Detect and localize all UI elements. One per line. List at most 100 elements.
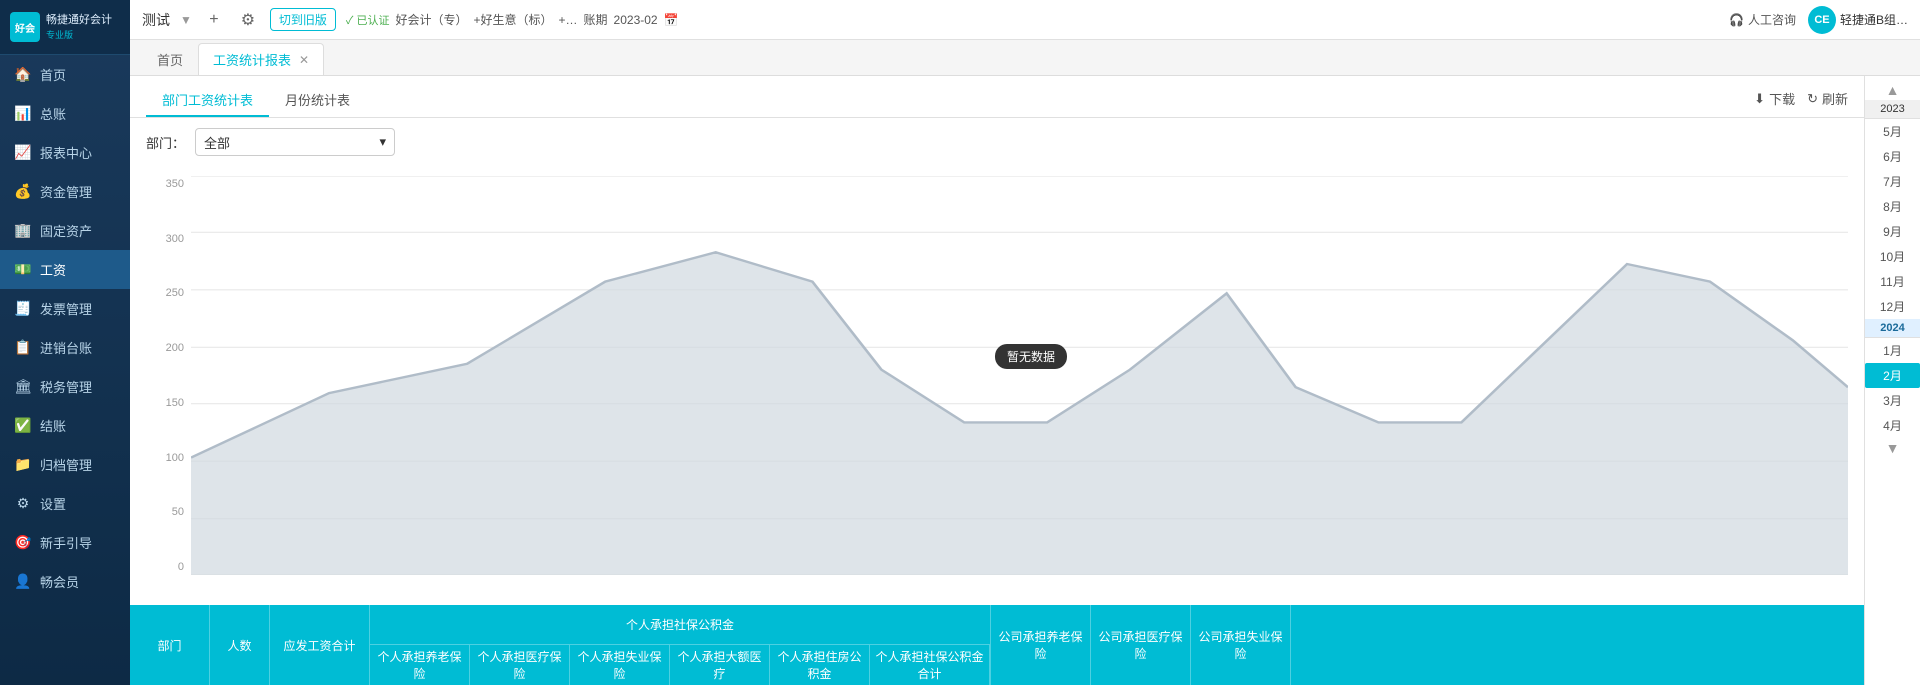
- chart-svg: [191, 176, 1848, 575]
- sidebar-label-10: 归档管理: [40, 455, 92, 474]
- calendar-month-6[interactable]: 6月: [1865, 144, 1920, 169]
- sidebar-label-9: 结账: [40, 416, 66, 435]
- th-salary-total: 应发工资合计: [270, 605, 370, 685]
- topbar-switch-button[interactable]: 切到旧版: [270, 8, 336, 31]
- sidebar-label-7: 进销台账: [40, 338, 92, 357]
- sidebar-label-13: 畅会员: [40, 572, 79, 591]
- sidebar-item-畅会员[interactable]: 👤 畅会员: [0, 562, 130, 601]
- chevron-down-icon: ▾: [379, 134, 386, 150]
- calendar-month-12[interactable]: 12月: [1865, 294, 1920, 319]
- calendar-month-1[interactable]: 1月: [1865, 338, 1920, 363]
- download-label: 下载: [1769, 89, 1795, 108]
- calendar-month-3[interactable]: 3月: [1865, 388, 1920, 413]
- sidebar-item-归档管理[interactable]: 📁 归档管理: [0, 445, 130, 484]
- topbar-dropdown-arrow[interactable]: ▼: [180, 13, 192, 27]
- y-label-300: 300: [146, 233, 190, 245]
- status-verified: ✓ 已认证: [346, 12, 390, 28]
- avatar-initials: CE: [1814, 14, 1829, 26]
- topbar-status-area: ✓ 已认证 好会计（专） +好生意（标） +… 账期 2023-02 📅: [346, 11, 679, 28]
- sidebar-item-首页[interactable]: 🏠 首页: [0, 55, 130, 94]
- calendar-panel: ▲ 2023 5月 6月 7月 8月 9月 10月 11月 12月 2024 1…: [1864, 76, 1920, 685]
- status-good: 好会计（专）: [395, 11, 467, 28]
- sidebar-item-结账[interactable]: ✅ 结账: [0, 406, 130, 445]
- th-group-personal-title: 个人承担社保公积金: [370, 605, 990, 645]
- calendar-month-2-active[interactable]: 2月: [1865, 363, 1920, 388]
- main-area: 测试 ▼ + ⚙ 切到旧版 ✓ 已认证 好会计（专） +好生意（标） +… 账期…: [130, 0, 1920, 685]
- calendar-month-9[interactable]: 9月: [1865, 219, 1920, 244]
- service-button[interactable]: 🎧 人工咨询: [1729, 11, 1796, 28]
- th-personal-pension: 个人承担养老保险: [370, 645, 470, 685]
- headset-icon: 🎧: [1729, 13, 1744, 27]
- service-label: 人工咨询: [1748, 11, 1796, 28]
- th-group-personal: 个人承担社保公积金 个人承担养老保险 个人承担医疗保险 个人承担失业保险 个人承…: [370, 605, 991, 685]
- calendar-down-button[interactable]: ▼: [1865, 438, 1920, 458]
- y-label-150: 150: [146, 397, 190, 409]
- refresh-label: 刷新: [1822, 89, 1848, 108]
- tab-home[interactable]: 首页: [142, 43, 198, 75]
- chart-area: 350 300 250 200 150 100 50 0 暂无数据: [130, 166, 1864, 605]
- topbar-settings-button[interactable]: ⚙: [236, 8, 260, 32]
- sidebar-icon-9: ✅: [14, 417, 32, 435]
- calendar-month-10[interactable]: 10月: [1865, 244, 1920, 269]
- sidebar-item-固定资产[interactable]: 🏢 固定资产: [0, 211, 130, 250]
- sidebar-item-总账[interactable]: 📊 总账: [0, 94, 130, 133]
- logo-icon: 好会: [10, 12, 40, 42]
- th-company-pension: 公司承担养老保险: [991, 605, 1091, 685]
- period-value: 2023-02: [614, 13, 658, 27]
- sidebar-item-新手引导[interactable]: 🎯 新手引导: [0, 523, 130, 562]
- refresh-button[interactable]: ↻ 刷新: [1807, 89, 1848, 108]
- tab-salary-label: 工资统计报表: [213, 50, 291, 69]
- y-axis: 350 300 250 200 150 100 50 0: [146, 176, 190, 575]
- tab-home-label: 首页: [157, 50, 183, 69]
- topbar-add-button[interactable]: +: [202, 8, 226, 32]
- sidebar-icon-0: 🏠: [14, 66, 32, 84]
- calendar-month-4[interactable]: 4月: [1865, 413, 1920, 438]
- sidebar-label-6: 发票管理: [40, 299, 92, 318]
- tab-close-button[interactable]: ✕: [299, 53, 309, 67]
- user-name: 轻捷通B组…: [1840, 11, 1908, 28]
- calendar-month-7[interactable]: 7月: [1865, 169, 1920, 194]
- sidebar-icon-12: 🎯: [14, 534, 32, 552]
- sub-tab-monthly[interactable]: 月份统计表: [269, 84, 366, 117]
- download-icon: ⬇: [1754, 91, 1765, 107]
- calendar-month-11[interactable]: 11月: [1865, 269, 1920, 294]
- department-select[interactable]: 全部 ▾: [195, 128, 395, 156]
- sidebar-item-工资[interactable]: 💵 工资: [0, 250, 130, 289]
- sidebar-item-进销台账[interactable]: 📋 进销台账: [0, 328, 130, 367]
- department-label: 部门：: [146, 133, 185, 152]
- y-label-350: 350: [146, 178, 190, 190]
- sidebar-label-0: 首页: [40, 65, 66, 84]
- th-personal-medical: 个人承担医疗保险: [470, 645, 570, 685]
- calendar-month-5[interactable]: 5月: [1865, 119, 1920, 144]
- calendar-up-button[interactable]: ▲: [1865, 80, 1920, 100]
- sidebar-icon-8: 🏛: [14, 378, 32, 396]
- sidebar-item-税务管理[interactable]: 🏛 税务管理: [0, 367, 130, 406]
- download-button[interactable]: ⬇ 下载: [1754, 89, 1795, 108]
- sidebar-label-8: 税务管理: [40, 377, 92, 396]
- sub-tab-department[interactable]: 部门工资统计表: [146, 84, 269, 117]
- tab-salary-report[interactable]: 工资统计报表 ✕: [198, 43, 324, 75]
- user-menu[interactable]: CE 轻捷通B组…: [1808, 6, 1908, 34]
- department-value: 全部: [204, 133, 230, 152]
- topbar: 测试 ▼ + ⚙ 切到旧版 ✓ 已认证 好会计（专） +好生意（标） +… 账期…: [130, 0, 1920, 40]
- filter-bar: 部门： 全部 ▾: [130, 118, 1864, 166]
- sidebar-nav: 🏠 首页 📊 总账 📈 报表中心 💰 资金管理 🏢 固定资产 💵 工资 🧾 发票…: [0, 55, 130, 685]
- chart-container: 350 300 250 200 150 100 50 0 暂无数据: [146, 176, 1848, 605]
- sidebar-icon-4: 🏢: [14, 222, 32, 240]
- status-business: +好生意（标）: [474, 11, 553, 28]
- th-personal-total: 个人承担社保公积金合计: [870, 645, 990, 685]
- sidebar-label-5: 工资: [40, 260, 66, 279]
- calendar-icon[interactable]: 📅: [664, 13, 679, 27]
- refresh-icon: ↻: [1807, 91, 1818, 107]
- sidebar-icon-5: 💵: [14, 261, 32, 279]
- sidebar-item-设置[interactable]: ⚙ 设置: [0, 484, 130, 523]
- content-area: 部门工资统计表 月份统计表 ⬇ 下载 ↻ 刷新: [130, 76, 1920, 685]
- calendar-month-8[interactable]: 8月: [1865, 194, 1920, 219]
- sidebar-icon-13: 👤: [14, 573, 32, 591]
- sidebar-item-发票管理[interactable]: 🧾 发票管理: [0, 289, 130, 328]
- sidebar-item-资金管理[interactable]: 💰 资金管理: [0, 172, 130, 211]
- avatar: CE: [1808, 6, 1836, 34]
- sidebar: 好会 畅捷通好会计 专业版 🏠 首页 📊 总账 📈 报表中心 💰 资金管理 🏢 …: [0, 0, 130, 685]
- sidebar-item-报表中心[interactable]: 📈 报表中心: [0, 133, 130, 172]
- content-main: 部门工资统计表 月份统计表 ⬇ 下载 ↻ 刷新: [130, 76, 1864, 685]
